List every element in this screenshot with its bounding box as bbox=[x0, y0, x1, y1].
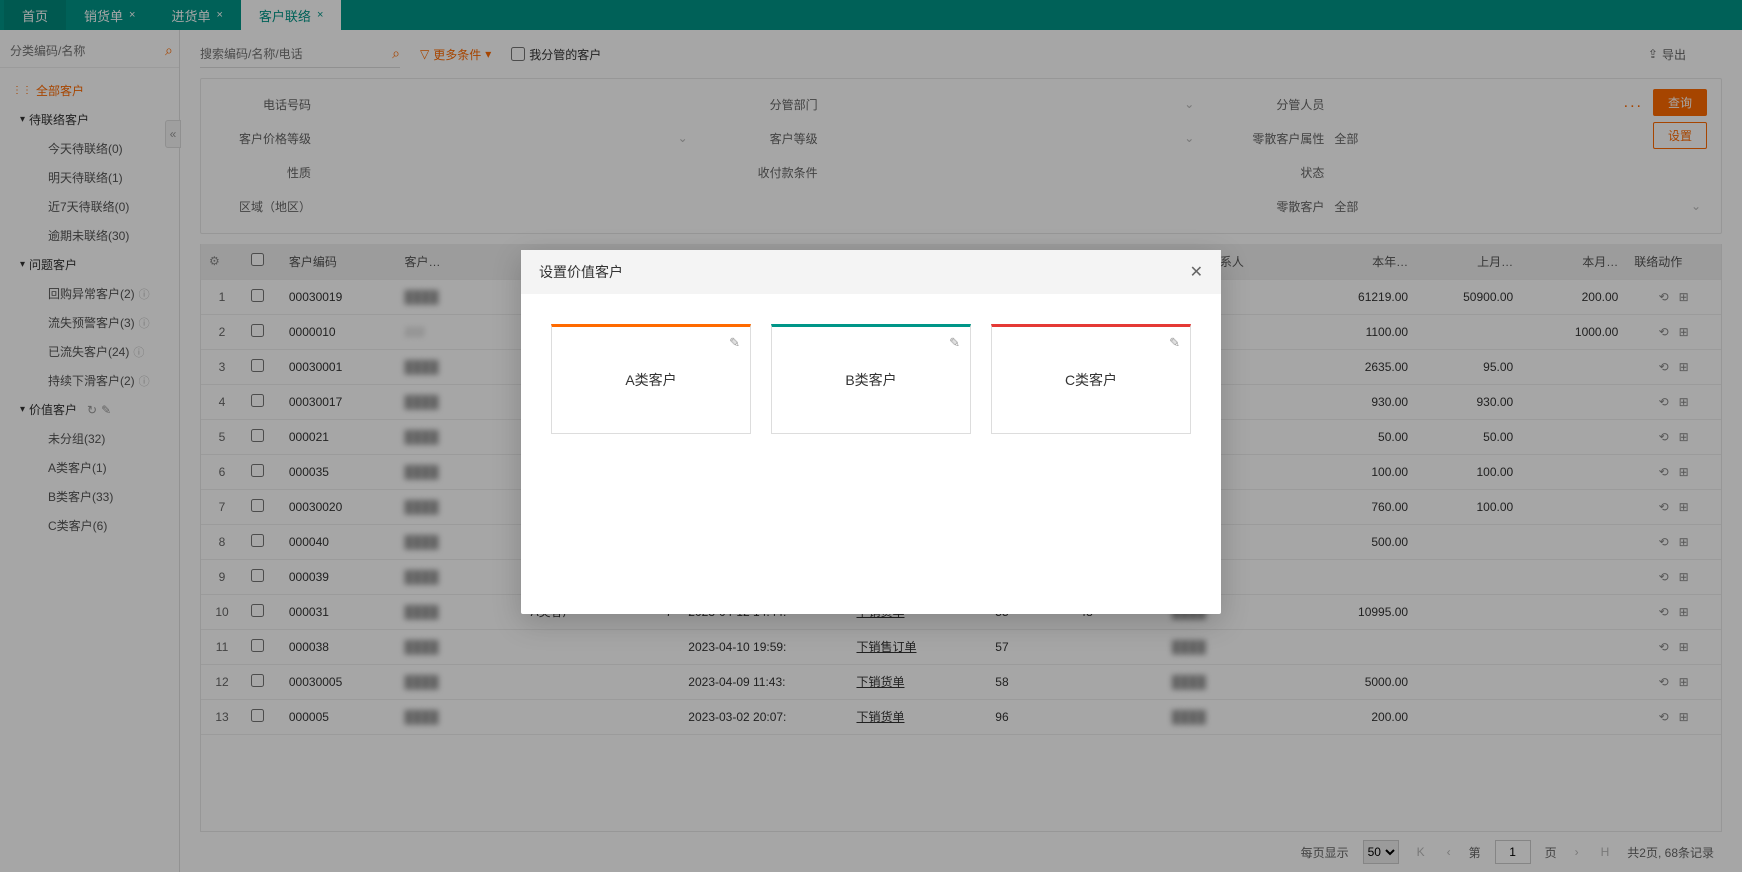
modal-overlay[interactable]: 设置价值客户 ✕ ✎ A类客户 ✎ B类客户 ✎ C类客户 bbox=[0, 0, 1742, 872]
value-card-label: C类客户 bbox=[1065, 370, 1117, 390]
edit-icon[interactable]: ✎ bbox=[1169, 335, 1180, 351]
value-card-label: B类客户 bbox=[845, 370, 896, 390]
edit-icon[interactable]: ✎ bbox=[729, 335, 740, 351]
value-customers-modal: 设置价值客户 ✕ ✎ A类客户 ✎ B类客户 ✎ C类客户 bbox=[521, 250, 1221, 614]
modal-title: 设置价值客户 bbox=[539, 262, 623, 282]
modal-header: 设置价值客户 ✕ bbox=[521, 250, 1221, 294]
value-card-label: A类客户 bbox=[625, 370, 676, 390]
value-card-a[interactable]: ✎ A类客户 bbox=[551, 324, 751, 434]
modal-body: ✎ A类客户 ✎ B类客户 ✎ C类客户 bbox=[521, 294, 1221, 614]
value-card-c[interactable]: ✎ C类客户 bbox=[991, 324, 1191, 434]
edit-icon[interactable]: ✎ bbox=[949, 335, 960, 351]
close-icon[interactable]: ✕ bbox=[1190, 262, 1203, 282]
value-card-b[interactable]: ✎ B类客户 bbox=[771, 324, 971, 434]
